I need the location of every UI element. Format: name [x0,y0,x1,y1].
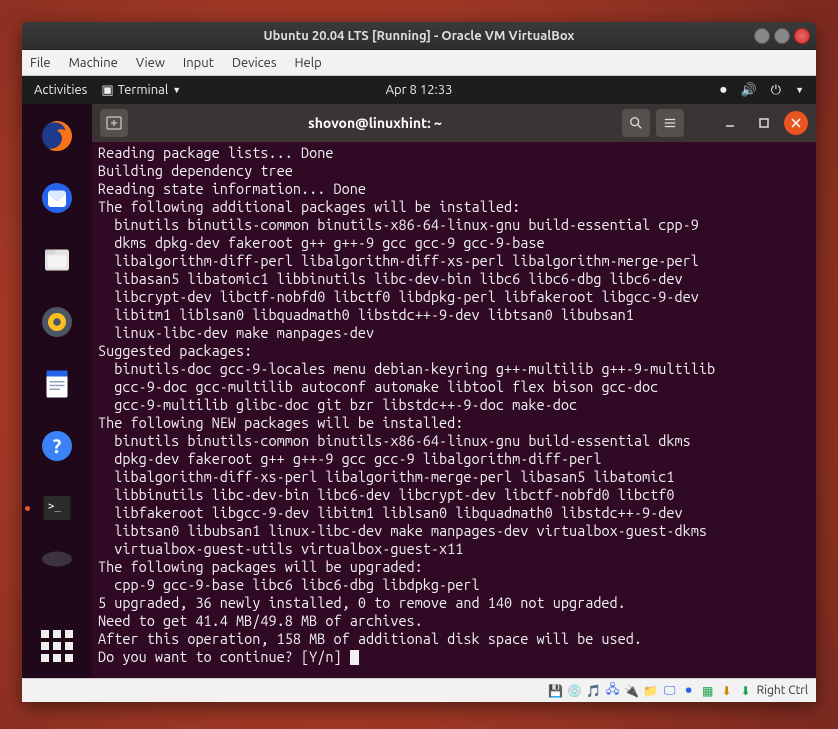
cursor [350,650,359,665]
terminal-headerbar: shovon@linuxhint: ~ [92,104,816,142]
terminal-line: libalgorithm-diff-perl libalgorithm-diff… [98,252,810,270]
search-button[interactable] [622,109,650,137]
keyboard-icon[interactable]: ⬇ [738,683,754,699]
gnome-top-bar: Activities ▣ Terminal ▼ Apr 8 12:33 ⏺ 🔊 … [22,76,816,104]
clock[interactable]: Apr 8 12:33 [386,83,453,97]
terminal-line: After this operation, 158 MB of addition… [98,630,810,648]
app-menu-label: Terminal [118,83,169,97]
dock-apps-grid[interactable] [35,624,79,668]
menu-input[interactable]: Input [183,56,214,70]
host-key-label[interactable]: Right Ctrl [757,684,808,697]
window-close-button[interactable] [784,111,808,135]
terminal-line: gcc-9-multilib glibc-doc git bzr libstdc… [98,396,810,414]
new-tab-button[interactable] [100,109,128,137]
dock-files[interactable] [35,238,79,282]
terminal-line: Suggested packages: [98,342,810,360]
terminal-line: The following packages will be upgraded: [98,558,810,576]
terminal-line: Need to get 41.4 MB/49.8 MB of archives. [98,612,810,630]
hamburger-menu-button[interactable] [656,109,684,137]
recording-icon[interactable]: ⏺ [681,683,697,699]
terminal-line: libfakeroot libgcc-9-dev libitm1 liblsan… [98,504,810,522]
menu-view[interactable]: View [136,56,165,70]
power-icon: ⏻ [771,83,781,98]
terminal-line: Do you want to continue? [Y/n] [98,648,810,666]
dock-rhythmbox[interactable] [35,300,79,344]
window-minimize-button[interactable] [716,109,744,137]
terminal-line: binutils binutils-common binutils-x86-64… [98,216,810,234]
dock-disk[interactable] [35,548,79,570]
system-tray[interactable]: ⏺ 🔊 ⏻ ▼ [720,83,804,98]
terminal-output[interactable]: Reading package lists... DoneBuilding de… [92,142,816,678]
mouse-integration-icon[interactable]: ⬇ [719,683,735,699]
display-icon[interactable]: 🖵 [662,683,678,699]
terminal-line: Reading package lists... Done [98,144,810,162]
terminal-title: shovon@linuxhint: ~ [134,115,616,131]
vbox-window: Ubuntu 20.04 LTS [Running] - Oracle VM V… [22,22,816,702]
activities-button[interactable]: Activities [34,83,87,97]
shared-folder-icon[interactable]: 📁 [643,683,659,699]
chevron-down-icon: ▼ [172,85,181,95]
menu-devices[interactable]: Devices [232,56,277,70]
terminal-line: libitm1 liblsan0 libquadmath0 libstdc++-… [98,306,810,324]
terminal-line: libbinutils libc-dev-bin libc6-dev libcr… [98,486,810,504]
vbox-titlebar[interactable]: Ubuntu 20.04 LTS [Running] - Oracle VM V… [22,22,816,50]
terminal-line: gcc-9-doc gcc-multilib autoconf automake… [98,378,810,396]
terminal-line: The following additional packages will b… [98,198,810,216]
svg-text:?: ? [53,435,62,457]
terminal-line: cpp-9 gcc-9-base libc6 libc6-dbg libdpkg… [98,576,810,594]
terminal-line: libcrypt-dev libctf-nobfd0 libctf0 libdp… [98,288,810,306]
dock-help[interactable]: ? [35,424,79,468]
window-maximize-button[interactable] [750,109,778,137]
chevron-down-icon: ▼ [795,85,804,95]
vbox-statusbar: 💾 💿 🎵 🖧 🔌 📁 🖵 ⏺ ▦ ⬇ ⬇ Right Ctrl [22,678,816,702]
terminal-line: binutils binutils-common binutils-x86-64… [98,432,810,450]
terminal-line: virtualbox-guest-utils virtualbox-guest-… [98,540,810,558]
desktop-area: ? >_ shovon@linuxhint: ~ [22,104,816,678]
terminal-window: shovon@linuxhint: ~ Reading packa [92,104,816,678]
terminal-line: 5 upgraded, 36 newly installed, 0 to rem… [98,594,810,612]
terminal-line: dkms dpkg-dev fakeroot g++ g++-9 gcc gcc… [98,234,810,252]
terminal-line: linux-libc-dev make manpages-dev [98,324,810,342]
audio-icon[interactable]: 🎵 [586,683,602,699]
vbox-window-controls [754,28,810,44]
cpu-icon[interactable]: ▦ [700,683,716,699]
dock-writer[interactable] [35,362,79,406]
maximize-button[interactable] [774,28,790,44]
volume-icon: 🔊 [741,83,757,98]
terminal-line: libtsan0 libubsan1 linux-libc-dev make m… [98,522,810,540]
terminal-menu-icon: ▣ [101,83,113,98]
terminal-line: binutils-doc gcc-9-locales menu debian-k… [98,360,810,378]
menu-machine[interactable]: Machine [69,56,118,70]
app-menu[interactable]: ▣ Terminal ▼ [101,83,181,98]
close-button[interactable] [794,28,810,44]
svg-text:>_: >_ [48,501,61,513]
hard-disk-icon[interactable]: 💾 [548,683,564,699]
terminal-line: libalgorithm-diff-xs-perl libalgorithm-m… [98,468,810,486]
optical-disk-icon[interactable]: 💿 [567,683,583,699]
vbox-menubar: File Machine View Input Devices Help [22,50,816,76]
dock-thunderbird[interactable] [35,176,79,220]
terminal-line: The following NEW packages will be insta… [98,414,810,432]
minimize-button[interactable] [754,28,770,44]
terminal-line: libasan5 libatomic1 libbinutils libc-dev… [98,270,810,288]
vbox-title: Ubuntu 20.04 LTS [Running] - Oracle VM V… [22,29,816,43]
dock-firefox[interactable] [35,114,79,158]
menu-file[interactable]: File [30,56,51,70]
usb-icon[interactable]: 🔌 [624,683,640,699]
terminal-line: Building dependency tree [98,162,810,180]
datetime-label: Apr 8 12:33 [386,83,453,97]
network-adapter-icon[interactable]: 🖧 [605,683,621,699]
dock: ? >_ [22,104,92,678]
terminal-line: dpkg-dev fakeroot g++ g++-9 gcc gcc-9 li… [98,450,810,468]
dock-terminal[interactable]: >_ [35,486,79,530]
menu-help[interactable]: Help [295,56,322,70]
terminal-line: Reading state information... Done [98,180,810,198]
network-icon: ⏺ [720,83,727,98]
